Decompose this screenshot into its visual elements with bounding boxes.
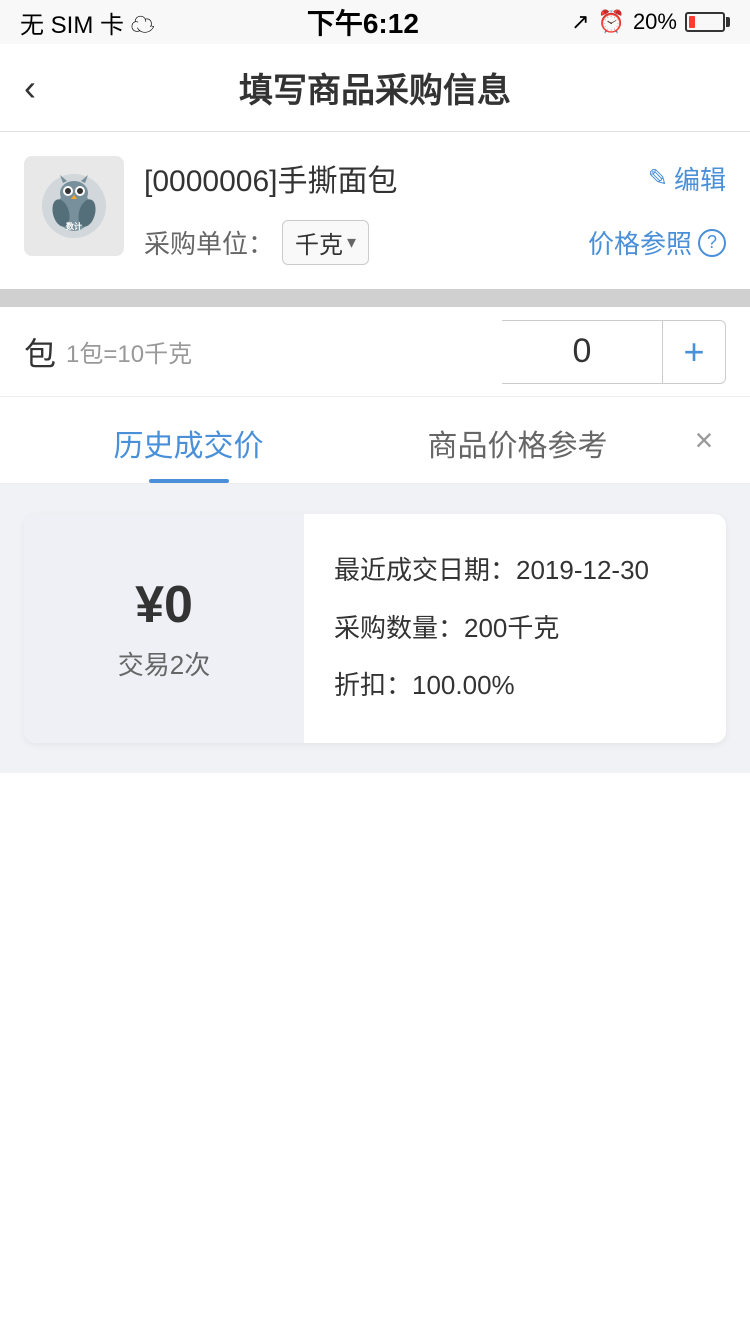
quantity-row: 包 1包=10千克 +	[0, 307, 750, 397]
product-thumbnail-icon: 数计	[39, 171, 109, 241]
quantity-conversion: 1包=10千克	[66, 334, 192, 369]
battery-percent: 20%	[633, 9, 677, 35]
transaction-summary: ¥0 交易2次	[24, 514, 304, 743]
status-right: ↗ ⏰ 20%	[571, 9, 730, 35]
status-time: 下午6:12	[307, 2, 419, 42]
transaction-discount: 折扣：100.00%	[334, 665, 696, 707]
discount-value: 100.00%	[412, 670, 515, 700]
svg-text:数计: 数计	[66, 221, 82, 231]
purchase-quantity-value: 200千克	[464, 613, 559, 643]
discount-label: 折扣：	[334, 670, 412, 700]
product-image: 数计	[24, 156, 124, 256]
latest-date-value: 2019-12-30	[516, 555, 649, 585]
quantity-input[interactable]	[502, 320, 662, 384]
page-title: 填写商品采购信息	[239, 63, 511, 112]
tab-price-reference[interactable]: 商品价格参考	[353, 397, 682, 483]
tab-header: 历史成交价 商品价格参考 ×	[0, 397, 750, 484]
transaction-count: 交易2次	[118, 645, 210, 682]
back-button[interactable]: ‹	[24, 67, 36, 109]
transaction-quantity: 采购数量：200千克	[334, 608, 696, 650]
help-icon: ?	[698, 229, 726, 257]
sim-status: 无 SIM 卡 ☁	[20, 5, 155, 40]
unit-value: 千克	[295, 225, 343, 260]
battery-icon	[685, 12, 730, 32]
purchase-quantity-label: 采购数量：	[334, 613, 464, 643]
price-ref-button[interactable]: 价格参照 ?	[588, 224, 726, 261]
section-divider	[0, 289, 750, 307]
status-bar: 无 SIM 卡 ☁ 下午6:12 ↗ ⏰ 20%	[0, 0, 750, 44]
plus-icon: +	[683, 331, 704, 373]
nav-bar: ‹ 填写商品采购信息	[0, 44, 750, 132]
product-name: [0000006]手撕面包	[144, 156, 397, 200]
tab-history-price-label: 历史成交价	[114, 430, 264, 463]
dropdown-icon: ▾	[347, 232, 356, 253]
quantity-input-group: +	[502, 320, 726, 384]
transaction-price: ¥0	[135, 575, 193, 635]
tab-close-button[interactable]: ×	[682, 418, 726, 462]
latest-date-label: 最近成交日期：	[334, 555, 516, 585]
tab-price-reference-label: 商品价格参考	[428, 430, 608, 463]
quantity-unit: 包	[24, 329, 56, 375]
transaction-card: ¥0 交易2次 最近成交日期：2019-12-30 采购数量：200千克 折扣：…	[24, 514, 726, 743]
unit-row: 采购单位： 千克 ▾ 价格参照 ?	[144, 220, 726, 265]
main-content: 数计 [0000006]手撕面包 ✎ 编辑 采购单位： 千克 ▾	[0, 132, 750, 1334]
edit-icon: ✎	[648, 164, 668, 193]
price-ref-label: 价格参照	[588, 224, 692, 261]
tab-panel: 历史成交价 商品价格参考 × ¥0 交易2次 最近成交日期：2019-12-	[0, 397, 750, 773]
edit-button[interactable]: ✎ 编辑	[648, 160, 726, 197]
edit-label: 编辑	[674, 160, 726, 197]
unit-select[interactable]: 千克 ▾	[282, 220, 369, 265]
transaction-date: 最近成交日期：2019-12-30	[334, 550, 696, 592]
tab-history-price[interactable]: 历史成交价	[24, 397, 353, 483]
product-info: [0000006]手撕面包 ✎ 编辑 采购单位： 千克 ▾ 价格参照	[144, 156, 726, 265]
status-left: 无 SIM 卡 ☁	[20, 5, 155, 40]
product-header: [0000006]手撕面包 ✎ 编辑	[144, 156, 726, 200]
tab-content: ¥0 交易2次 最近成交日期：2019-12-30 采购数量：200千克 折扣：…	[0, 484, 750, 773]
quantity-label-group: 包 1包=10千克	[24, 329, 192, 375]
close-icon: ×	[695, 422, 714, 459]
unit-label: 采购单位：	[144, 224, 274, 261]
transaction-details: 最近成交日期：2019-12-30 采购数量：200千克 折扣：100.00%	[304, 514, 726, 743]
quantity-plus-button[interactable]: +	[662, 320, 726, 384]
product-card: 数计 [0000006]手撕面包 ✎ 编辑 采购单位： 千克 ▾	[0, 132, 750, 289]
alarm-icon: ⏰	[598, 9, 625, 35]
location-icon: ↗	[571, 9, 589, 35]
